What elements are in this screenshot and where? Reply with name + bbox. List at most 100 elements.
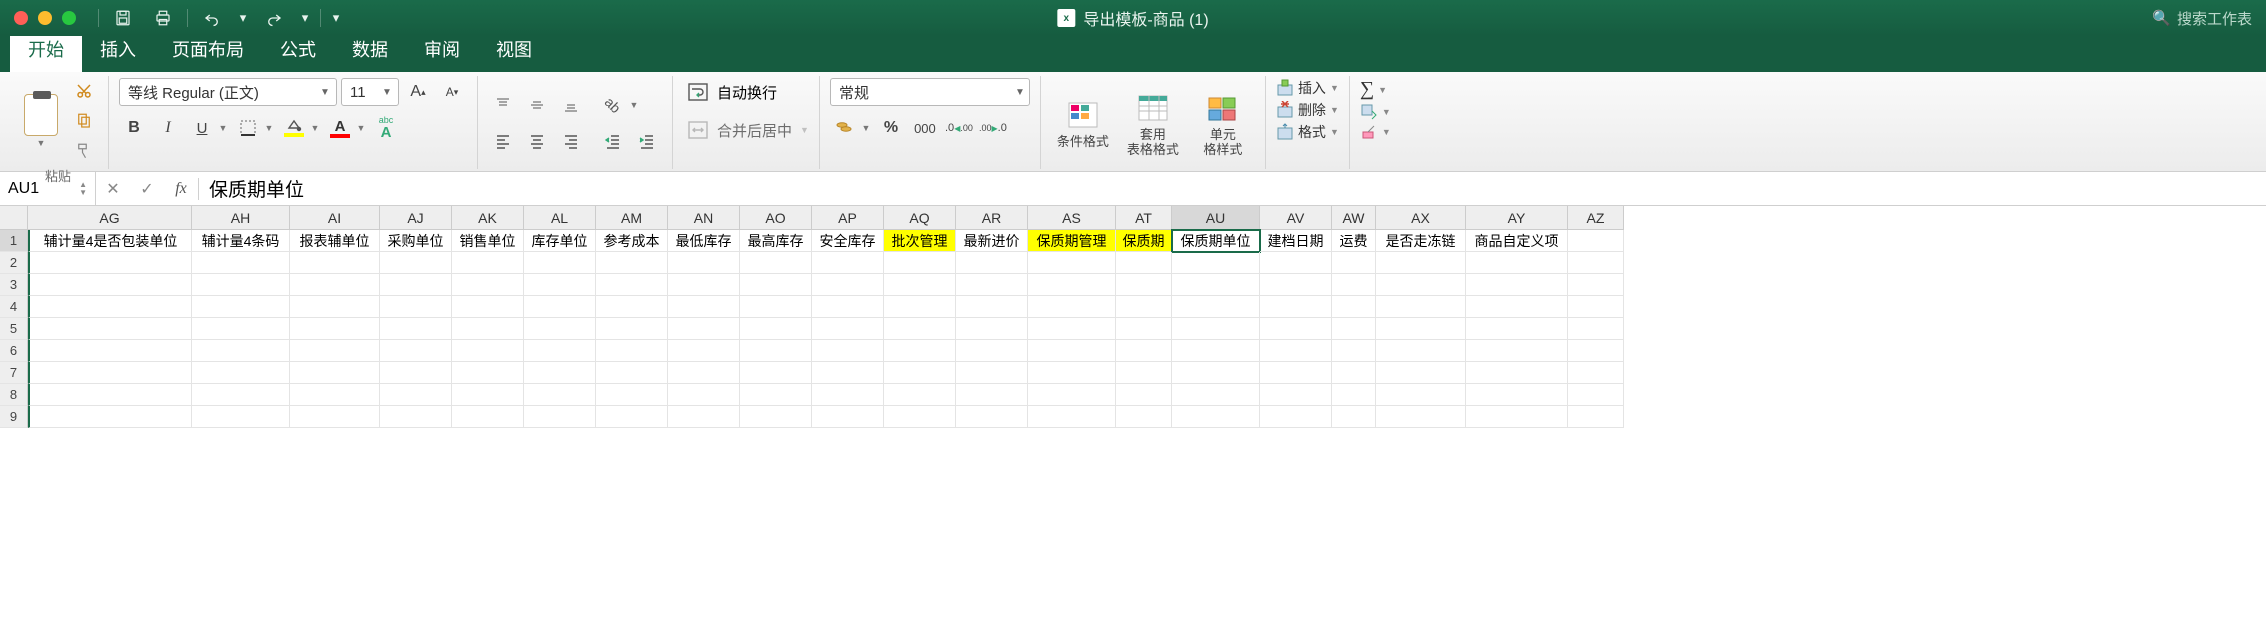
wrap-text-button[interactable]: 自动换行: [683, 78, 809, 106]
cell-AN6[interactable]: [668, 340, 740, 362]
cell-AZ3[interactable]: [1568, 274, 1624, 296]
cell-AL2[interactable]: [524, 252, 596, 274]
print-button[interactable]: [147, 6, 179, 30]
cell-AY5[interactable]: [1466, 318, 1568, 340]
cell-AN3[interactable]: [668, 274, 740, 296]
cell-AO2[interactable]: [740, 252, 812, 274]
cell-AY7[interactable]: [1466, 362, 1568, 384]
align-left-button[interactable]: [488, 127, 518, 155]
cell-AU9[interactable]: [1172, 406, 1260, 428]
cell-AZ8[interactable]: [1568, 384, 1624, 406]
percent-format-button[interactable]: %: [876, 114, 906, 142]
cell-AX7[interactable]: [1376, 362, 1466, 384]
cell-AX3[interactable]: [1376, 274, 1466, 296]
cell-AT5[interactable]: [1116, 318, 1172, 340]
row-header-1[interactable]: 1: [0, 230, 28, 252]
cell-AQ4[interactable]: [884, 296, 956, 318]
align-bottom-button[interactable]: [556, 91, 586, 119]
cell-AN1[interactable]: 最低库存: [668, 230, 740, 252]
cell-AS1[interactable]: 保质期管理: [1028, 230, 1116, 252]
cell-AI6[interactable]: [290, 340, 380, 362]
cell-AM3[interactable]: [596, 274, 668, 296]
cell-AG6[interactable]: [28, 340, 192, 362]
column-header-AZ[interactable]: AZ: [1568, 206, 1624, 230]
cell-AV4[interactable]: [1260, 296, 1332, 318]
name-box[interactable]: AU1 ▲▼: [0, 172, 96, 205]
cell-AV7[interactable]: [1260, 362, 1332, 384]
cell-AR3[interactable]: [956, 274, 1028, 296]
cell-AI1[interactable]: 报表辅单位: [290, 230, 380, 252]
cell-AI9[interactable]: [290, 406, 380, 428]
cell-AQ1[interactable]: 批次管理: [884, 230, 956, 252]
cell-AW2[interactable]: [1332, 252, 1376, 274]
paste-button[interactable]: ▼: [18, 94, 64, 148]
cell-AR1[interactable]: 最新进价: [956, 230, 1028, 252]
cell-AJ5[interactable]: [380, 318, 452, 340]
cell-AJ9[interactable]: [380, 406, 452, 428]
cell-AS3[interactable]: [1028, 274, 1116, 296]
column-header-AN[interactable]: AN: [668, 206, 740, 230]
redo-dropdown[interactable]: ▾: [298, 6, 312, 30]
column-header-AO[interactable]: AO: [740, 206, 812, 230]
cell-AZ6[interactable]: [1568, 340, 1624, 362]
cell-AX1[interactable]: 是否走冻链: [1376, 230, 1466, 252]
cell-AS4[interactable]: [1028, 296, 1116, 318]
cell-AT3[interactable]: [1116, 274, 1172, 296]
cell-AI7[interactable]: [290, 362, 380, 384]
number-format-combo[interactable]: 常规 ▼: [830, 78, 1030, 106]
cell-AI5[interactable]: [290, 318, 380, 340]
cell-AO7[interactable]: [740, 362, 812, 384]
cell-AT2[interactable]: [1116, 252, 1172, 274]
cell-AW8[interactable]: [1332, 384, 1376, 406]
fx-button[interactable]: fx: [164, 180, 198, 198]
column-header-AT[interactable]: AT: [1116, 206, 1172, 230]
cell-AP6[interactable]: [812, 340, 884, 362]
cell-AX8[interactable]: [1376, 384, 1466, 406]
cell-AL3[interactable]: [524, 274, 596, 296]
cell-AK4[interactable]: [452, 296, 524, 318]
cell-AO5[interactable]: [740, 318, 812, 340]
cell-AZ9[interactable]: [1568, 406, 1624, 428]
zoom-window-button[interactable]: [62, 11, 76, 25]
cell-AZ4[interactable]: [1568, 296, 1624, 318]
delete-cells-button[interactable]: 删除▼: [1276, 100, 1339, 120]
cell-AV5[interactable]: [1260, 318, 1332, 340]
cell-AJ4[interactable]: [380, 296, 452, 318]
cell-AY2[interactable]: [1466, 252, 1568, 274]
format-as-table-button[interactable]: 套用 表格格式: [1121, 88, 1185, 158]
column-header-AJ[interactable]: AJ: [380, 206, 452, 230]
column-header-AY[interactable]: AY: [1466, 206, 1568, 230]
cell-AG5[interactable]: [28, 318, 192, 340]
row-header-4[interactable]: 4: [0, 296, 28, 318]
cell-AN8[interactable]: [668, 384, 740, 406]
cell-AO6[interactable]: [740, 340, 812, 362]
cell-AW5[interactable]: [1332, 318, 1376, 340]
cell-AK3[interactable]: [452, 274, 524, 296]
cell-AU8[interactable]: [1172, 384, 1260, 406]
undo-dropdown[interactable]: ▾: [236, 6, 250, 30]
cell-AG4[interactable]: [28, 296, 192, 318]
cell-AU3[interactable]: [1172, 274, 1260, 296]
column-header-AQ[interactable]: AQ: [884, 206, 956, 230]
cell-AK6[interactable]: [452, 340, 524, 362]
column-header-AP[interactable]: AP: [812, 206, 884, 230]
cell-AH8[interactable]: [192, 384, 290, 406]
cell-AR4[interactable]: [956, 296, 1028, 318]
underline-button[interactable]: U▼: [187, 114, 229, 142]
cell-AV8[interactable]: [1260, 384, 1332, 406]
cell-AZ5[interactable]: [1568, 318, 1624, 340]
comma-format-button[interactable]: 000: [910, 114, 940, 142]
format-painter-button[interactable]: [70, 138, 98, 164]
cell-AR7[interactable]: [956, 362, 1028, 384]
cell-AT4[interactable]: [1116, 296, 1172, 318]
cell-AT8[interactable]: [1116, 384, 1172, 406]
cell-AI8[interactable]: [290, 384, 380, 406]
cell-AY8[interactable]: [1466, 384, 1568, 406]
cell-AN7[interactable]: [668, 362, 740, 384]
cell-AP9[interactable]: [812, 406, 884, 428]
bold-button[interactable]: B: [119, 114, 149, 142]
cell-AT6[interactable]: [1116, 340, 1172, 362]
cell-AL1[interactable]: 库存单位: [524, 230, 596, 252]
cell-AK8[interactable]: [452, 384, 524, 406]
cell-AX5[interactable]: [1376, 318, 1466, 340]
